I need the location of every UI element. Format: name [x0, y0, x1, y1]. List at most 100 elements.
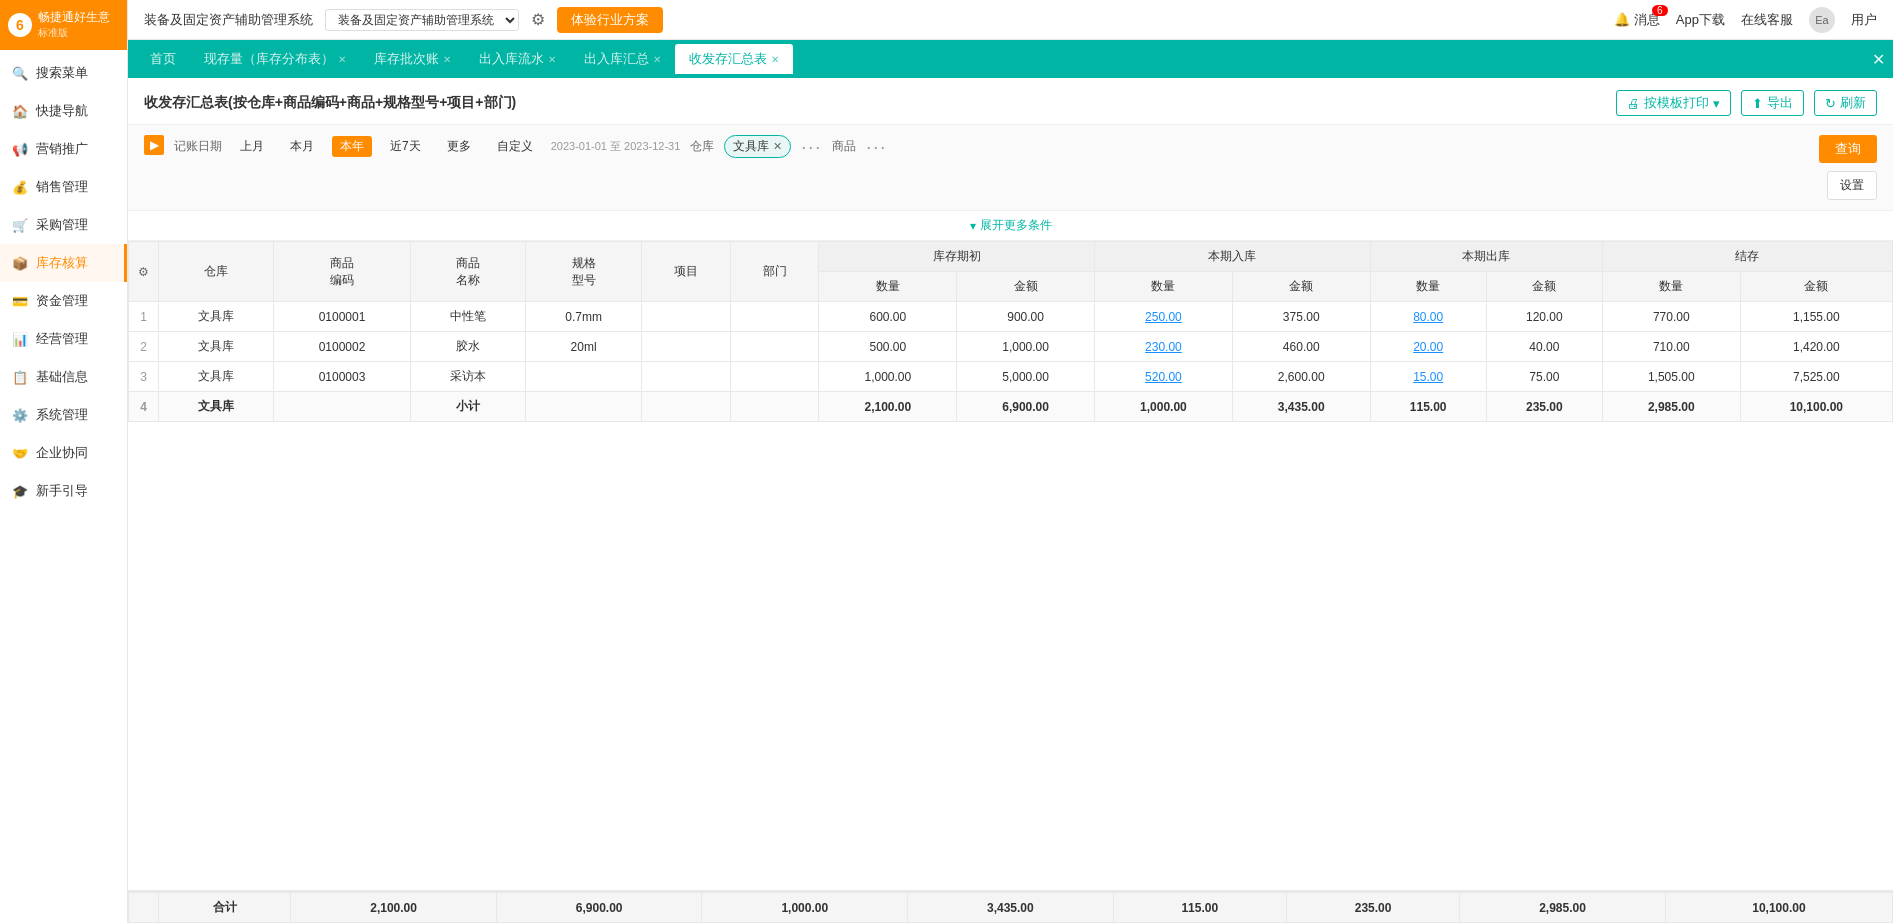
sidebar-item-newbie[interactable]: 🎓 新手引导: [0, 472, 127, 510]
sidebar-item-system[interactable]: ⚙️ 系统管理: [0, 396, 127, 434]
sidebar-item-enterprise[interactable]: 🤝 企业协同: [0, 434, 127, 472]
col-balance-qty: 数量: [1602, 272, 1740, 302]
export-button[interactable]: ⬆ 导出: [1741, 90, 1804, 116]
tab-flow[interactable]: 出入库流水 ✕: [465, 44, 570, 74]
footer-out-qty: 115.00: [1113, 893, 1286, 923]
row-in-qty[interactable]: 230.00: [1095, 332, 1233, 362]
row-goods-code: 0100003: [273, 362, 411, 392]
print-button[interactable]: 🖨 按模板打印 ▾: [1616, 90, 1731, 116]
tab-receive-summary[interactable]: 收发存汇总表 ✕: [675, 44, 793, 74]
date-btn-this-month[interactable]: 本月: [282, 136, 322, 157]
in-qty-link[interactable]: 520.00: [1145, 370, 1182, 384]
in-qty-link[interactable]: 230.00: [1145, 340, 1182, 354]
date-btn-more[interactable]: 更多: [439, 136, 479, 157]
logo-text: 畅捷通好生意: [38, 10, 110, 26]
row-balance-qty: 710.00: [1602, 332, 1740, 362]
row-out-qty[interactable]: 15.00: [1370, 362, 1486, 392]
tab-close-icon[interactable]: ✕: [653, 54, 661, 65]
refresh-button[interactable]: ↻ 刷新: [1814, 90, 1877, 116]
tab-inventory-dist[interactable]: 现存量（库存分布表） ✕: [190, 44, 360, 74]
date-btn-last-month[interactable]: 上月: [232, 136, 272, 157]
row-in-qty[interactable]: 520.00: [1095, 362, 1233, 392]
warehouse-label: 仓库: [690, 138, 714, 155]
sidebar-item-business[interactable]: 📊 经营管理: [0, 320, 127, 358]
chevron-down-icon: ▾: [1713, 96, 1720, 111]
row-balance-amt: 10,100.00: [1740, 392, 1892, 422]
footer-opening-amt: 6,900.00: [496, 893, 702, 923]
sidebar-item-purchase[interactable]: 🛒 采购管理: [0, 206, 127, 244]
warehouse-tag-close[interactable]: ✕: [773, 140, 782, 153]
avatar[interactable]: Ea: [1809, 7, 1835, 33]
in-qty-link[interactable]: 250.00: [1145, 310, 1182, 324]
print-icon: 🖨: [1627, 96, 1640, 111]
sidebar-item-sales[interactable]: 💰 销售管理: [0, 168, 127, 206]
bell-icon: 🔔: [1614, 12, 1630, 27]
row-out-qty[interactable]: 20.00: [1370, 332, 1486, 362]
app-logo: 6 畅捷通好生意 标准版: [0, 0, 127, 50]
settings-icon[interactable]: ⚙: [531, 10, 545, 29]
row-opening-qty: 2,100.00: [819, 392, 957, 422]
tab-close-icon[interactable]: ✕: [771, 54, 779, 65]
goods-more-icon[interactable]: ···: [866, 138, 887, 156]
expand-conditions-bar[interactable]: ▾ 展开更多条件: [128, 211, 1893, 241]
system-selector[interactable]: 装备及固定资产辅助管理系统: [325, 9, 519, 31]
filter-expand-button[interactable]: ▶: [144, 135, 164, 155]
sales-icon: 💰: [12, 179, 28, 195]
row-goods-spec: [526, 362, 642, 392]
warehouse-tag-text: 文具库: [733, 138, 769, 155]
tab-close-icon[interactable]: ✕: [338, 54, 346, 65]
row-out-qty[interactable]: 80.00: [1370, 302, 1486, 332]
tab-label: 收发存汇总表: [689, 50, 767, 68]
tab-batch[interactable]: 库存批次账 ✕: [360, 44, 465, 74]
sidebar-item-label: 经营管理: [36, 330, 88, 348]
out-qty-link[interactable]: 80.00: [1413, 310, 1443, 324]
row-goods-spec: 20ml: [526, 332, 642, 362]
settings-button[interactable]: 设置: [1827, 171, 1877, 200]
logo-sub: 标准版: [38, 26, 110, 40]
try-button[interactable]: 体验行业方案: [557, 7, 663, 33]
logo-icon: 6: [8, 13, 32, 37]
row-dept: [730, 332, 819, 362]
row-in-qty[interactable]: 250.00: [1095, 302, 1233, 332]
sidebar-item-marketing[interactable]: 📢 营销推广: [0, 130, 127, 168]
sidebar-item-search[interactable]: 🔍 搜索菜单: [0, 54, 127, 92]
sidebar-item-inventory[interactable]: 📦 库存核算: [0, 244, 127, 282]
row-goods-code: 0100001: [273, 302, 411, 332]
filter-fields: 记账日期 上月 本月 本年 近7天 更多 自定义 2023-01-01 至 20…: [174, 135, 1809, 158]
tab-close-icon[interactable]: ✕: [548, 54, 556, 65]
date-btn-this-year[interactable]: 本年: [332, 136, 372, 157]
tab-home[interactable]: 首页: [136, 44, 190, 74]
col-settings-header[interactable]: ⚙: [129, 242, 159, 302]
col-opening-amt: 金额: [957, 272, 1095, 302]
app-download[interactable]: App下载: [1676, 11, 1725, 29]
col-opening-qty: 数量: [819, 272, 957, 302]
row-goods-code: 0100002: [273, 332, 411, 362]
tab-bar-close-icon[interactable]: ✕: [1872, 50, 1885, 69]
sidebar-item-label: 资金管理: [36, 292, 88, 310]
date-btn-7days[interactable]: 近7天: [382, 136, 429, 157]
footer-label: 合计: [159, 893, 291, 923]
warehouse-more-icon[interactable]: ···: [801, 138, 822, 156]
tab-summary[interactable]: 出入库汇总 ✕: [570, 44, 675, 74]
sidebar-item-quicknav[interactable]: 🏠 快捷导航: [0, 92, 127, 130]
online-service[interactable]: 在线客服: [1741, 11, 1793, 29]
query-button[interactable]: 查询: [1819, 135, 1877, 163]
row-in-amt: 2,600.00: [1232, 362, 1370, 392]
date-btn-custom[interactable]: 自定义: [489, 136, 541, 157]
out-qty-link[interactable]: 15.00: [1413, 370, 1443, 384]
col-group-balance: 结存: [1602, 242, 1892, 272]
col-dept-header: 部门: [730, 242, 819, 302]
filter-row: ▶ 记账日期 上月 本月 本年 近7天 更多 自定义 2023-01-01 至 …: [144, 135, 1877, 200]
newbie-icon: 🎓: [12, 483, 28, 499]
tab-close-icon[interactable]: ✕: [443, 54, 451, 65]
header-right: 🔔 6 消息 App下载 在线客服 Ea 用户: [1614, 7, 1877, 33]
out-qty-link[interactable]: 20.00: [1413, 340, 1443, 354]
business-icon: 📊: [12, 331, 28, 347]
sidebar-item-basic[interactable]: 📋 基础信息: [0, 358, 127, 396]
row-goods-spec: [526, 392, 642, 422]
col-goods-spec-header: 规格型号: [526, 242, 642, 302]
notification-bell[interactable]: 🔔 6 消息: [1614, 11, 1660, 29]
row-project: [642, 392, 731, 422]
tab-bar: 首页 现存量（库存分布表） ✕ 库存批次账 ✕ 出入库流水 ✕ 出入库汇总 ✕ …: [128, 40, 1893, 78]
sidebar-item-finance[interactable]: 💳 资金管理: [0, 282, 127, 320]
